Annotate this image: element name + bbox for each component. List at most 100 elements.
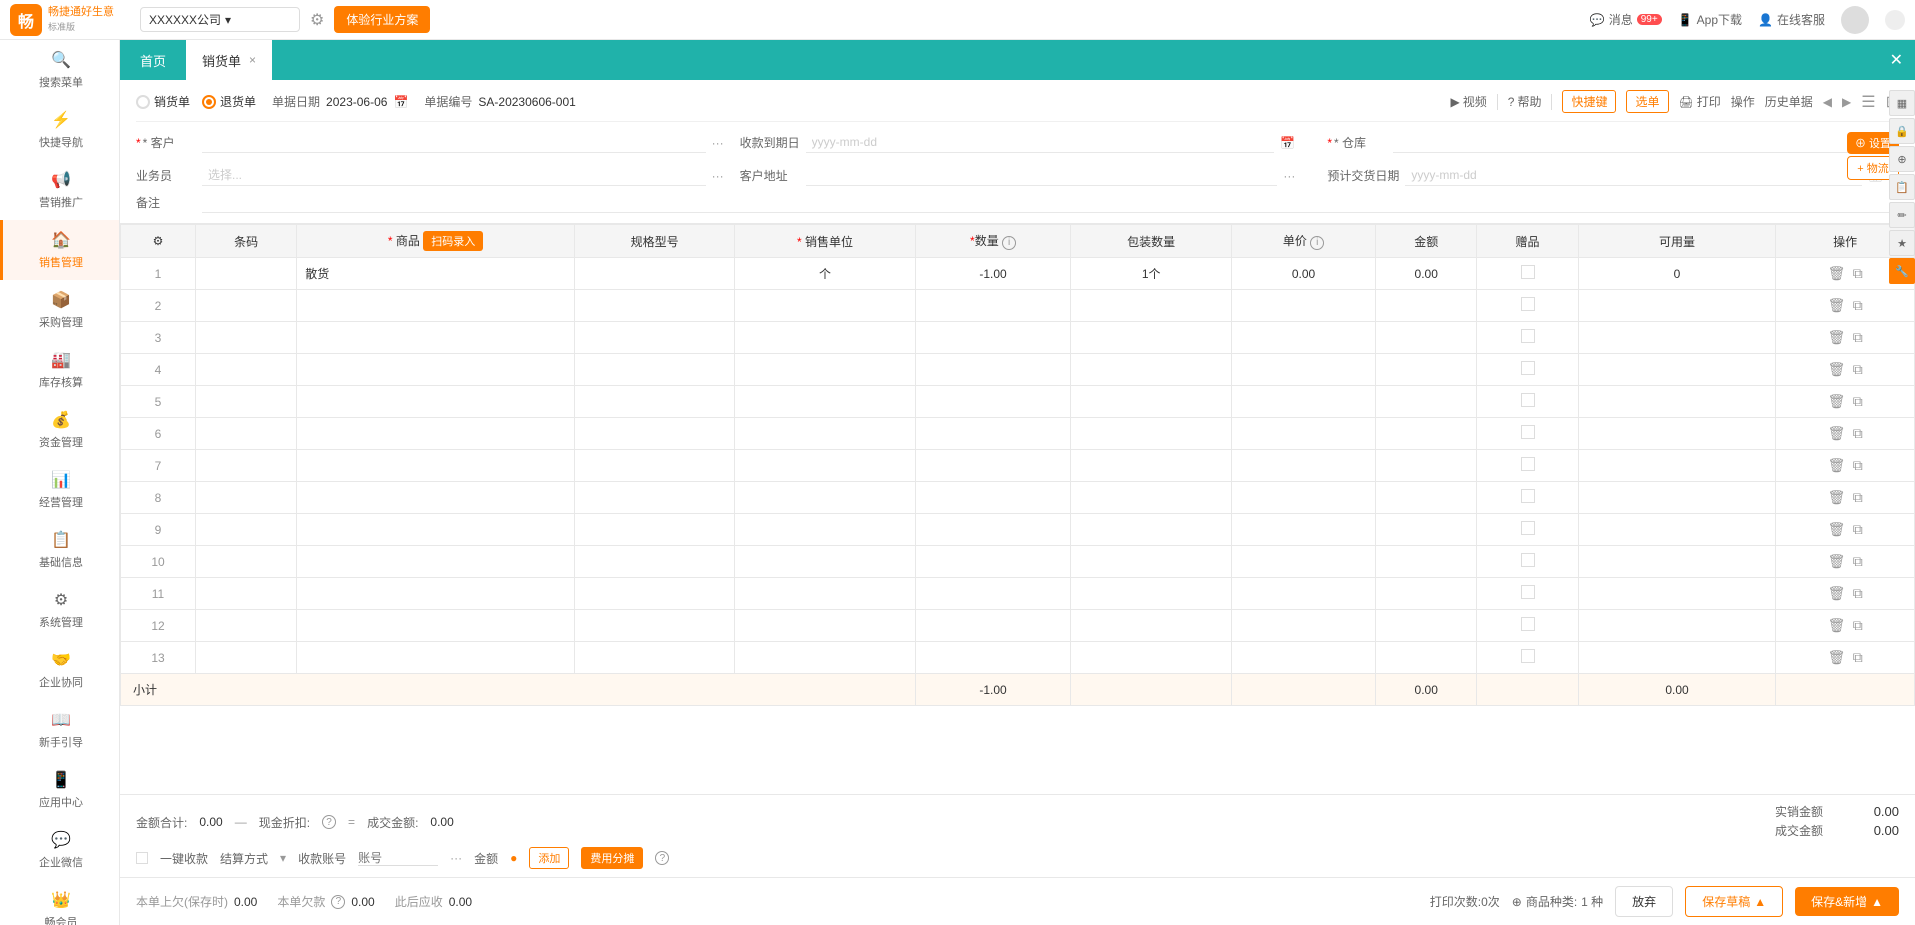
cell-price[interactable] bbox=[1231, 322, 1375, 354]
cell-spec[interactable] bbox=[574, 482, 735, 514]
cell-gift[interactable] bbox=[1477, 642, 1578, 674]
cell-spec[interactable] bbox=[574, 322, 735, 354]
warehouse-input[interactable]: 建材仓 bbox=[1393, 132, 1865, 153]
account-more-icon[interactable]: ··· bbox=[450, 851, 462, 865]
one-click-checkbox[interactable] bbox=[136, 852, 148, 864]
nav-prev-icon[interactable]: ◀ bbox=[1823, 95, 1832, 109]
cell-pkg-qty[interactable] bbox=[1071, 514, 1232, 546]
gift-checkbox[interactable] bbox=[1521, 585, 1535, 599]
cell-unit[interactable] bbox=[735, 578, 915, 610]
cell-product[interactable] bbox=[297, 642, 575, 674]
delete-icon[interactable]: 🗑 bbox=[1828, 425, 1846, 441]
cell-pkg-qty[interactable] bbox=[1071, 610, 1232, 642]
add-expense-button[interactable]: 添加 bbox=[529, 847, 569, 869]
cell-product[interactable] bbox=[297, 514, 575, 546]
right-float-btn-1[interactable]: ▦ bbox=[1889, 90, 1915, 116]
cell-unit[interactable] bbox=[735, 290, 915, 322]
delete-icon[interactable]: 🗑 bbox=[1828, 297, 1846, 313]
cell-barcode[interactable] bbox=[195, 642, 296, 674]
cell-product[interactable] bbox=[297, 290, 575, 322]
tab-home[interactable]: 首页 bbox=[120, 40, 186, 80]
discard-button[interactable]: 放弃 bbox=[1615, 886, 1673, 917]
cell-qty[interactable] bbox=[915, 450, 1071, 482]
calendar-icon[interactable]: 📅 bbox=[393, 95, 408, 109]
gift-checkbox[interactable] bbox=[1521, 457, 1535, 471]
tab-close-icon[interactable]: × bbox=[249, 53, 256, 67]
account-input[interactable] bbox=[358, 851, 438, 866]
date-value[interactable]: 2023-06-06 bbox=[326, 95, 387, 109]
cell-unit[interactable] bbox=[735, 642, 915, 674]
cell-unit[interactable] bbox=[735, 514, 915, 546]
delete-icon[interactable]: 🗑 bbox=[1828, 649, 1846, 665]
user-avatar[interactable] bbox=[1841, 6, 1869, 34]
cell-product[interactable] bbox=[297, 418, 575, 450]
cell-qty[interactable] bbox=[915, 482, 1071, 514]
user-avatar2[interactable] bbox=[1885, 10, 1905, 30]
video-btn[interactable]: ▶ 视频 bbox=[1451, 93, 1487, 110]
cell-price[interactable] bbox=[1231, 482, 1375, 514]
cell-amount[interactable] bbox=[1376, 578, 1477, 610]
cell-gift[interactable] bbox=[1477, 514, 1578, 546]
gift-checkbox[interactable] bbox=[1521, 553, 1535, 567]
right-float-btn-6[interactable]: ★ bbox=[1889, 230, 1915, 256]
gift-checkbox[interactable] bbox=[1521, 329, 1535, 343]
expense-info-icon[interactable]: ? bbox=[655, 851, 669, 865]
cell-price[interactable] bbox=[1231, 290, 1375, 322]
cell-product[interactable] bbox=[297, 482, 575, 514]
gift-checkbox[interactable] bbox=[1521, 297, 1535, 311]
sidebar-item-member[interactable]: 👑 畅会员 bbox=[0, 880, 119, 925]
sidebar-item-operations[interactable]: 📊 经营管理 bbox=[0, 460, 119, 520]
delete-icon[interactable]: 🗑 bbox=[1828, 457, 1846, 473]
cell-gift[interactable] bbox=[1477, 546, 1578, 578]
cell-qty[interactable] bbox=[915, 386, 1071, 418]
cell-barcode[interactable] bbox=[195, 258, 296, 290]
cell-product[interactable] bbox=[297, 450, 575, 482]
cell-qty[interactable] bbox=[915, 418, 1071, 450]
cell-barcode[interactable] bbox=[195, 514, 296, 546]
qty-info-icon[interactable]: i bbox=[1002, 236, 1016, 250]
cell-spec[interactable] bbox=[574, 514, 735, 546]
cell-pkg-qty[interactable] bbox=[1071, 546, 1232, 578]
cell-qty[interactable] bbox=[915, 290, 1071, 322]
cell-spec[interactable] bbox=[574, 610, 735, 642]
delete-icon[interactable]: 🗑 bbox=[1828, 329, 1846, 345]
cell-unit[interactable] bbox=[735, 418, 915, 450]
cell-pkg-qty[interactable] bbox=[1071, 450, 1232, 482]
discount-info-icon[interactable]: ? bbox=[322, 815, 336, 829]
cell-unit[interactable] bbox=[735, 322, 915, 354]
cell-qty[interactable] bbox=[915, 322, 1071, 354]
save-draft-button[interactable]: 保存草稿 ▲ bbox=[1685, 886, 1783, 917]
payment-date-input[interactable] bbox=[806, 132, 1275, 153]
settlement-label[interactable]: 结算方式 bbox=[220, 850, 268, 867]
message-btn[interactable]: 💬 消息 99+ bbox=[1590, 11, 1662, 28]
cell-spec[interactable] bbox=[574, 258, 735, 290]
sidebar-item-sales[interactable]: 🏠 销售管理 bbox=[0, 220, 119, 280]
gift-checkbox[interactable] bbox=[1521, 425, 1535, 439]
online-service-btn[interactable]: 👤 在线客服 bbox=[1758, 11, 1825, 28]
cell-gift[interactable] bbox=[1477, 290, 1578, 322]
settlement-dropdown-icon[interactable]: ▾ bbox=[280, 851, 286, 865]
cell-unit[interactable] bbox=[735, 482, 915, 514]
short-info-icon[interactable]: ? bbox=[331, 895, 345, 909]
cell-qty[interactable] bbox=[915, 546, 1071, 578]
print-btn[interactable]: 🖨 打印 bbox=[1679, 93, 1721, 110]
sidebar-item-marketing[interactable]: 📢 营销推广 bbox=[0, 160, 119, 220]
history-btn[interactable]: 历史单据 bbox=[1765, 93, 1813, 110]
sidebar-item-purchase[interactable]: 📦 采购管理 bbox=[0, 280, 119, 340]
view-list-icon[interactable]: ☰ bbox=[1861, 92, 1875, 112]
right-float-btn-4[interactable]: 📋 bbox=[1889, 174, 1915, 200]
cell-spec[interactable] bbox=[574, 386, 735, 418]
cell-spec[interactable] bbox=[574, 354, 735, 386]
delete-icon[interactable]: 🗑 bbox=[1828, 489, 1846, 505]
cell-price[interactable]: 0.00 bbox=[1231, 258, 1375, 290]
delete-icon[interactable]: 🗑 bbox=[1828, 265, 1846, 281]
cell-unit[interactable] bbox=[735, 546, 915, 578]
settings-icon[interactable]: ⚙ bbox=[310, 10, 324, 30]
cell-product[interactable] bbox=[297, 546, 575, 578]
copy-icon[interactable]: ⧉ bbox=[1853, 329, 1863, 345]
order-no-value[interactable]: SA-20230606-001 bbox=[478, 95, 575, 109]
cell-gift[interactable] bbox=[1477, 258, 1578, 290]
cell-price[interactable] bbox=[1231, 642, 1375, 674]
sidebar-item-guide[interactable]: 📖 新手引导 bbox=[0, 700, 119, 760]
cell-barcode[interactable] bbox=[195, 418, 296, 450]
